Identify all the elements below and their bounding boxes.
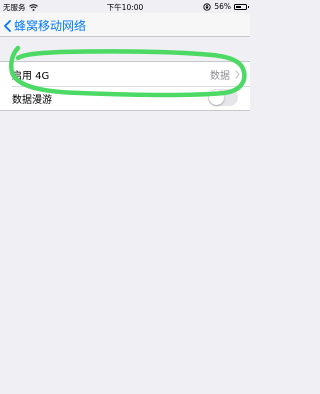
enable-4g-label: 启用 4G <box>12 70 50 82</box>
data-roaming-toggle[interactable] <box>208 89 238 106</box>
toggle-knob <box>209 90 224 105</box>
navigation-bar: 蜂窝移动网络 <box>0 13 250 37</box>
data-roaming-label: 数据漫游 <box>12 94 52 106</box>
settings-group: 启用 4G 数据 数据漫游 <box>0 61 250 111</box>
enable-4g-detail: 数据 <box>210 67 240 82</box>
orientation-lock-icon <box>203 2 211 11</box>
battery-percent: 56% <box>214 2 231 11</box>
battery-fill <box>236 5 242 8</box>
status-right: 56% <box>203 2 249 11</box>
battery-icon <box>234 3 249 10</box>
highlight-annotation <box>9 45 247 98</box>
enable-4g-row[interactable]: 启用 4G 数据 <box>0 62 250 86</box>
chevron-right-icon <box>235 69 240 79</box>
enable-4g-value: 数据 <box>210 70 230 82</box>
back-button[interactable]: 蜂窝移动网络 <box>4 17 86 34</box>
status-bar: 无服务 下午10:00 56% <box>0 0 250 13</box>
data-roaming-row: 数据漫游 <box>0 86 250 110</box>
back-button-label: 蜂窝移动网络 <box>14 19 87 33</box>
chevron-left-icon <box>4 19 11 32</box>
